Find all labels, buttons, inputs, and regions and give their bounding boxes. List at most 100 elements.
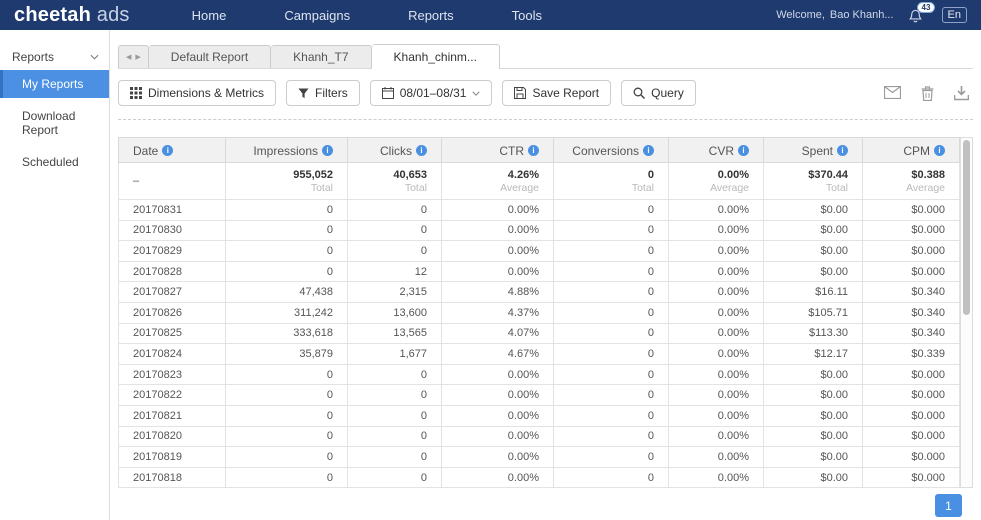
- info-icon[interactable]: i: [738, 144, 749, 156]
- page-1-button[interactable]: 1: [935, 494, 962, 518]
- chevron-down-icon: [472, 91, 481, 96]
- value-cell: $0.000: [862, 466, 960, 489]
- app-logo[interactable]: cheetah ads: [14, 4, 130, 27]
- table-row: 20170830 0 0 0.00% 0 0.00% $0.00 $0.000: [118, 219, 960, 242]
- sidebar-item-my-reports[interactable]: My Reports: [0, 70, 109, 98]
- info-icon[interactable]: i: [837, 144, 848, 156]
- value-cell: 0: [553, 466, 669, 489]
- value-cell: 0.00%: [441, 384, 554, 406]
- date-range-value: 08/01–08/31: [399, 86, 467, 100]
- column-header-spent[interactable]: Spent i: [763, 137, 863, 163]
- tab-scroll-arrows[interactable]: ◀ ▶: [118, 45, 149, 68]
- nav-item-campaigns[interactable]: Campaigns: [284, 8, 350, 23]
- value-cell: $12.17: [763, 343, 863, 365]
- main-content: ◀ ▶ Default Report Khanh_T7 Khanh_chinm.…: [110, 30, 981, 520]
- top-navbar: cheetah ads Home Campaigns Reports Tools…: [0, 0, 981, 30]
- table-header: Date i Impressions i Clicks i CTR i Conversi…: [118, 137, 960, 163]
- sidebar-section-reports[interactable]: Reports: [0, 44, 109, 70]
- report-table: Date i Impressions i Clicks i CTR i Conversi…: [118, 137, 960, 489]
- value-cell: 4.88%: [441, 281, 554, 303]
- language-selector[interactable]: En: [941, 7, 967, 23]
- toolbar-divider: [118, 119, 973, 120]
- mail-icon[interactable]: [884, 85, 901, 99]
- table-row: 20170828 0 12 0.00% 0 0.00% $0.00 $0.000: [118, 260, 960, 283]
- download-icon[interactable]: [954, 85, 969, 101]
- logo-bold: cheetah: [14, 3, 91, 26]
- sidebar-item-download-report[interactable]: Download Report: [0, 102, 109, 144]
- tab-khanh-t7[interactable]: Khanh_T7: [271, 45, 372, 68]
- tab-khanh-chinm[interactable]: Khanh_chinm...: [371, 44, 500, 69]
- sidebar-item-scheduled[interactable]: Scheduled: [0, 148, 109, 176]
- value-cell: 0: [225, 240, 348, 262]
- scrollbar-thumb[interactable]: [963, 140, 970, 315]
- column-label: CVR: [708, 143, 734, 158]
- value-cell: 12: [347, 260, 442, 283]
- info-icon[interactable]: i: [934, 144, 945, 156]
- sidebar: Reports My Reports Download Report Sched…: [0, 30, 110, 520]
- totals-value: $370.44: [808, 168, 848, 181]
- column-header-conversions[interactable]: Conversions i: [553, 137, 669, 163]
- value-cell: 0: [225, 384, 348, 406]
- value-cell: $0.00: [763, 404, 863, 427]
- info-icon[interactable]: i: [643, 144, 654, 156]
- value-cell: 0: [225, 363, 348, 386]
- toolbar-right-icons: [884, 85, 969, 101]
- table-row: 20170822 0 0 0.00% 0 0.00% $0.00 $0.000: [118, 384, 960, 406]
- value-cell: 13,565: [347, 322, 442, 345]
- value-cell: $0.000: [862, 384, 960, 406]
- date-cell: 20170821: [118, 404, 226, 427]
- filters-label: Filters: [315, 86, 348, 100]
- info-icon[interactable]: i: [162, 144, 174, 156]
- value-cell: 0: [347, 425, 442, 448]
- query-button[interactable]: Query: [621, 80, 696, 106]
- table-scrollbar[interactable]: [960, 137, 973, 489]
- value-cell: 0: [553, 446, 669, 468]
- nav-item-home[interactable]: Home: [192, 8, 227, 23]
- info-icon[interactable]: i: [322, 144, 333, 156]
- main-nav: Home Campaigns Reports Tools: [192, 8, 542, 23]
- report-toolbar: Dimensions & Metrics Filters 08/01–08/31…: [118, 80, 973, 106]
- date-cell: 20170823: [118, 363, 226, 386]
- value-cell: 0: [225, 466, 348, 489]
- save-report-label: Save Report: [532, 86, 600, 100]
- totals-cell: 4.26% Average: [441, 162, 554, 200]
- save-report-button[interactable]: Save Report: [502, 80, 612, 106]
- tab-default-report[interactable]: Default Report: [148, 45, 272, 68]
- table-row: 20170826 311,242 13,600 4.37% 0 0.00% $105.71 $…: [118, 301, 960, 324]
- column-header-ctr[interactable]: CTR i: [441, 137, 554, 163]
- report-table-wrap: Date i Impressions i Clicks i CTR i Conversi…: [118, 137, 973, 518]
- welcome-text[interactable]: Welcome, Bao Khanh...: [776, 9, 893, 21]
- column-label: CTR: [499, 143, 524, 158]
- value-cell: 0.00%: [668, 240, 764, 262]
- info-icon[interactable]: i: [416, 144, 427, 156]
- value-cell: 0: [347, 384, 442, 406]
- date-cell: 20170820: [118, 425, 226, 448]
- nav-item-reports[interactable]: Reports: [408, 8, 454, 23]
- value-cell: 1,677: [347, 343, 442, 365]
- column-header-cpm[interactable]: CPM i: [862, 137, 960, 163]
- value-cell: 0.00%: [441, 219, 554, 242]
- filters-button[interactable]: Filters: [286, 80, 360, 106]
- date-range-button[interactable]: 08/01–08/31: [369, 80, 493, 106]
- value-cell: $0.00: [763, 199, 863, 221]
- column-label: Date: [133, 143, 159, 158]
- dimensions-metrics-button[interactable]: Dimensions & Metrics: [118, 80, 277, 106]
- notifications-button[interactable]: 43: [908, 2, 936, 25]
- totals-value: –: [133, 175, 140, 187]
- column-header-cvr[interactable]: CVR i: [668, 137, 764, 163]
- tab-scroll-left-icon[interactable]: ◀: [126, 53, 131, 61]
- column-header-clicks[interactable]: Clicks i: [347, 137, 442, 163]
- trash-icon[interactable]: [921, 85, 934, 101]
- column-header-date[interactable]: Date i: [118, 137, 226, 163]
- tab-scroll-right-icon[interactable]: ▶: [135, 53, 140, 61]
- nav-item-tools[interactable]: Tools: [512, 8, 542, 23]
- value-cell: 0: [553, 343, 669, 365]
- value-cell: $0.00: [763, 384, 863, 406]
- value-cell: $0.000: [862, 240, 960, 262]
- info-icon[interactable]: i: [528, 144, 539, 156]
- navbar-right: Welcome, Bao Khanh... 43 En: [776, 2, 967, 25]
- value-cell: 47,438: [225, 281, 348, 303]
- totals-value: $0.388: [911, 168, 945, 181]
- value-cell: 0.00%: [441, 466, 554, 489]
- column-header-impressions[interactable]: Impressions i: [225, 137, 348, 163]
